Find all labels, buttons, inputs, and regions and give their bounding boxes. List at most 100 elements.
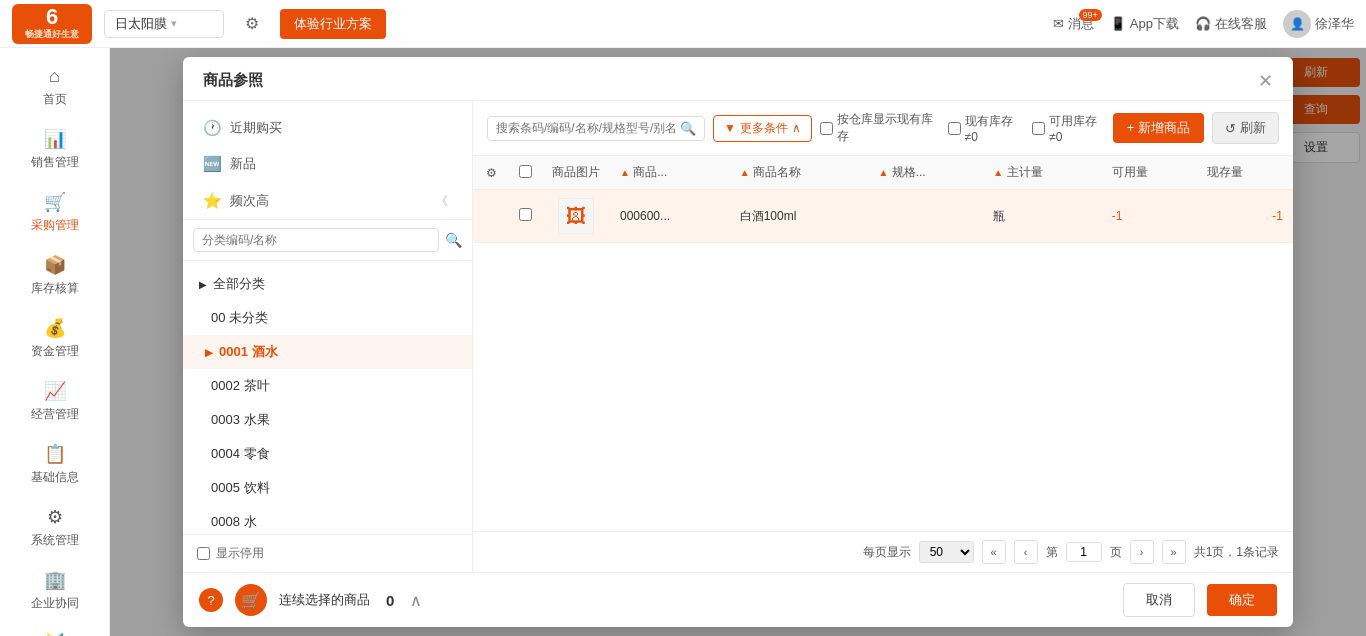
category-item-00[interactable]: 00 未分类 bbox=[183, 301, 472, 335]
tab-recent-purchase[interactable]: 🕐 近期购买 bbox=[193, 111, 462, 145]
sidebar-item-finance[interactable]: 💰 资金管理 bbox=[0, 307, 109, 370]
sidebar-item-guide[interactable]: 🔰 新手引导 bbox=[0, 622, 109, 636]
sidebar-item-operations[interactable]: 📈 经营管理 bbox=[0, 370, 109, 433]
show-disabled-row[interactable]: 显示停用 bbox=[183, 534, 472, 572]
tab-new-products[interactable]: 🆕 新品 bbox=[193, 147, 462, 181]
col-name-label: 商品名称 bbox=[753, 165, 801, 179]
row-image-cell: 🖼 bbox=[542, 190, 610, 243]
total-records-label: 共1页，1条记录 bbox=[1194, 544, 1279, 561]
row-code-cell: 000600... bbox=[610, 190, 730, 243]
tab-frequent-label: 频次高 bbox=[230, 192, 269, 210]
modal-overlay: 商品参照 ✕ 🕐 近期购买 🆕 bbox=[110, 48, 1366, 636]
add-product-button[interactable]: + 新增商品 bbox=[1113, 113, 1204, 143]
messages-nav-item[interactable]: ✉ 消息 99+ bbox=[1053, 15, 1094, 33]
brand-tagline: 畅捷通好生意 bbox=[25, 28, 79, 41]
help-button[interactable]: ? bbox=[199, 588, 223, 612]
gear-icon: ⚙ bbox=[47, 506, 63, 528]
building-icon: 🏢 bbox=[44, 569, 66, 591]
box-icon: 📦 bbox=[44, 254, 66, 276]
username-label: 徐泽华 bbox=[1315, 15, 1354, 33]
sidebar-item-purchase[interactable]: 🛒 采购管理 bbox=[0, 181, 109, 244]
guide-icon: 🔰 bbox=[44, 632, 66, 636]
online-service-nav-item[interactable]: 🎧 在线客服 bbox=[1195, 15, 1267, 33]
row-checkbox[interactable] bbox=[519, 208, 532, 221]
first-page-button[interactable]: « bbox=[982, 540, 1006, 564]
sidebar-item-enterprise[interactable]: 🏢 企业协同 bbox=[0, 559, 109, 622]
more-filter-button[interactable]: ▼ 更多条件 ∧ bbox=[713, 115, 812, 142]
checkbox-existing-stock[interactable] bbox=[948, 122, 961, 135]
settings-nav-button[interactable]: ⚙ bbox=[236, 8, 268, 40]
category-item-all[interactable]: ▶ 全部分类 bbox=[183, 267, 472, 301]
category-item-0002[interactable]: 0002 茶叶 bbox=[183, 369, 472, 403]
cat-label-0003: 0003 水果 bbox=[211, 411, 270, 429]
sidebar-item-home[interactable]: ⌂ 首页 bbox=[0, 56, 109, 118]
user-profile-nav-item[interactable]: 👤 徐泽华 bbox=[1283, 10, 1354, 38]
phone-icon: 📱 bbox=[1110, 16, 1126, 31]
category-item-0008[interactable]: 0008 水 bbox=[183, 505, 472, 534]
cart-footer-icon: 🛒 bbox=[241, 591, 261, 610]
category-item-0003[interactable]: 0003 水果 bbox=[183, 403, 472, 437]
table-settings-icon[interactable]: ⚙ bbox=[486, 166, 497, 180]
category-item-0005[interactable]: 0005 饮料 bbox=[183, 471, 472, 505]
left-panel: 🕐 近期购买 🆕 新品 ⭐ 频次高 《 bbox=[183, 101, 473, 572]
col-unit-label: 主计量 bbox=[1007, 165, 1043, 179]
sidebar-item-basic[interactable]: 📋 基础信息 bbox=[0, 433, 109, 496]
tab-frequent[interactable]: ⭐ 频次高 《 bbox=[193, 183, 462, 219]
show-disabled-checkbox[interactable] bbox=[197, 547, 210, 560]
sidebar-item-sales[interactable]: 📊 销售管理 bbox=[0, 118, 109, 181]
product-search-bar: 🔍 bbox=[487, 116, 705, 141]
category-item-0004[interactable]: 0004 零食 bbox=[183, 437, 472, 471]
product-search-icon[interactable]: 🔍 bbox=[680, 121, 696, 136]
table-row[interactable]: 🖼 000600... 白酒100ml bbox=[473, 190, 1293, 243]
product-unit: 瓶 bbox=[993, 209, 1005, 223]
modal-close-button[interactable]: ✕ bbox=[1258, 72, 1273, 90]
page-number-input[interactable] bbox=[1066, 542, 1102, 562]
confirm-button[interactable]: 确定 bbox=[1207, 584, 1277, 616]
prev-page-button[interactable]: ‹ bbox=[1014, 540, 1038, 564]
refresh-label: 刷新 bbox=[1240, 119, 1266, 137]
toolbar-row: 🔍 ▼ 更多条件 ∧ 按仓库显示现有库存 bbox=[473, 101, 1293, 156]
continuous-select-label: 连续选择的商品 bbox=[279, 591, 370, 609]
refresh-button[interactable]: ↺ 刷新 bbox=[1212, 112, 1279, 144]
col-code-label: 商品... bbox=[633, 165, 667, 179]
per-page-select[interactable]: 50 10 20 100 bbox=[919, 541, 974, 563]
collapse-button[interactable]: 《 bbox=[432, 191, 452, 211]
collapse-footer-button[interactable]: ∧ bbox=[410, 591, 422, 610]
next-page-button[interactable]: › bbox=[1130, 540, 1154, 564]
sidebar-label-operations: 经营管理 bbox=[31, 406, 79, 423]
select-all-checkbox[interactable] bbox=[519, 165, 532, 178]
cart-button[interactable]: 🛒 bbox=[235, 584, 267, 616]
filter-icon: ▼ bbox=[724, 121, 736, 135]
last-page-button[interactable]: » bbox=[1162, 540, 1186, 564]
show-disabled-label: 显示停用 bbox=[216, 545, 264, 562]
sidebar-item-inventory[interactable]: 📦 库存核算 bbox=[0, 244, 109, 307]
category-search-input[interactable] bbox=[193, 228, 439, 252]
product-search-input[interactable] bbox=[496, 121, 676, 135]
store-selector[interactable]: 日太阳膜 ▾ bbox=[104, 10, 224, 38]
sidebar-label-inventory: 库存核算 bbox=[31, 280, 79, 297]
checkbox-by-warehouse[interactable] bbox=[820, 122, 833, 135]
sidebar-label-purchase: 采购管理 bbox=[31, 217, 79, 234]
app-download-nav-item[interactable]: 📱 App下载 bbox=[1110, 15, 1179, 33]
trial-industry-button[interactable]: 体验行业方案 bbox=[280, 9, 386, 39]
tab-new-label: 新品 bbox=[230, 155, 256, 173]
category-item-0001[interactable]: ▶ 0001 酒水 bbox=[183, 335, 472, 369]
sort-arrow-name: ▲ bbox=[740, 167, 750, 178]
filter-checkboxes: 按仓库显示现有库存 现有库存≠0 可用库存≠0 bbox=[820, 111, 1105, 145]
sidebar-label-sales: 销售管理 bbox=[31, 154, 79, 171]
cancel-button[interactable]: 取消 bbox=[1123, 583, 1195, 617]
page-label: 第 bbox=[1046, 544, 1058, 561]
product-code: 000600... bbox=[620, 209, 670, 223]
checkbox-existing-stock-label[interactable]: 现有库存≠0 bbox=[948, 113, 1021, 144]
col-header-name: ▲ 商品名称 bbox=[730, 156, 869, 190]
clipboard-icon: 📋 bbox=[44, 443, 66, 465]
sidebar-item-system[interactable]: ⚙ 系统管理 bbox=[0, 496, 109, 559]
nav-right-section: ✉ 消息 99+ 📱 App下载 🎧 在线客服 👤 徐泽华 bbox=[1053, 10, 1354, 38]
cat-label-0002: 0002 茶叶 bbox=[211, 377, 270, 395]
checkbox-available-stock[interactable] bbox=[1032, 122, 1045, 135]
col-image-label: 商品图片 bbox=[552, 165, 600, 179]
checkbox-available-stock-label[interactable]: 可用库存≠0 bbox=[1032, 113, 1105, 144]
category-search-icon[interactable]: 🔍 bbox=[445, 232, 462, 248]
row-stock-cell: -1 bbox=[1197, 190, 1293, 243]
checkbox-by-warehouse-label[interactable]: 按仓库显示现有库存 bbox=[820, 111, 936, 145]
